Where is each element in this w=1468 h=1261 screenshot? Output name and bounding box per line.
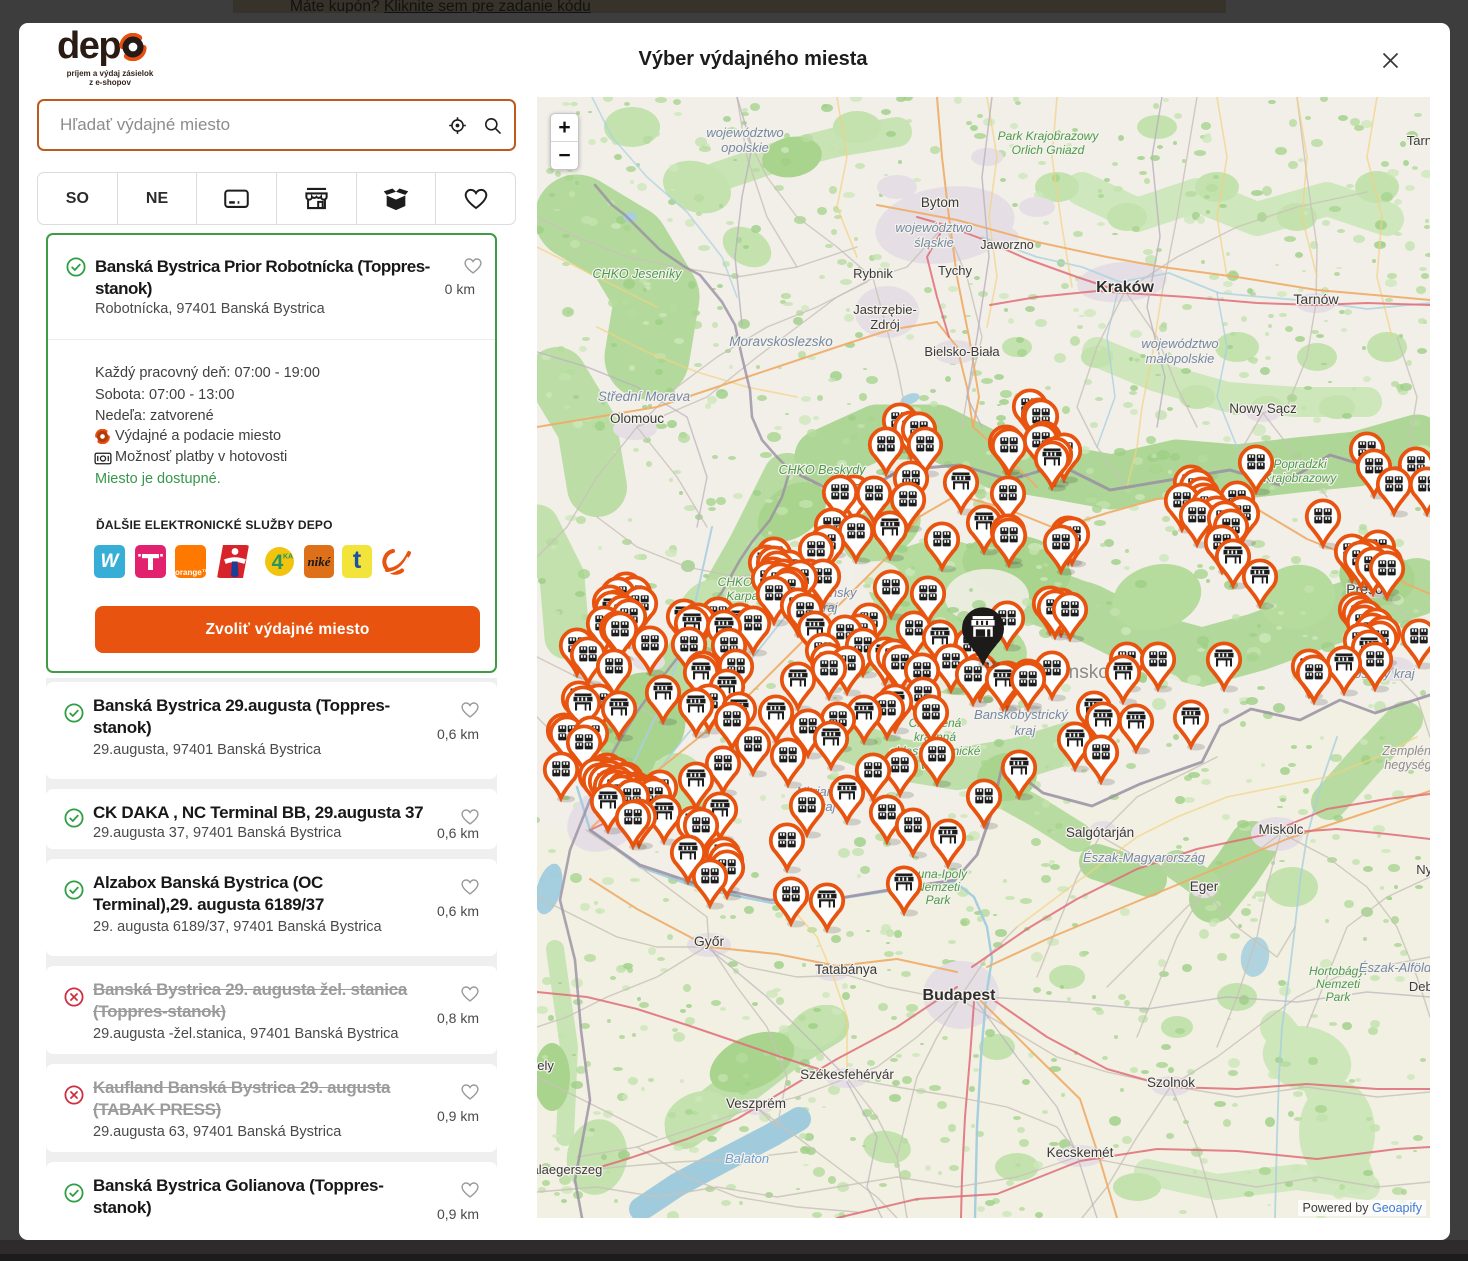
svg-text:Bytom: Bytom [921,195,959,210]
svg-text:małopolskie: małopolskie [1146,351,1215,366]
svg-text:Park: Park [926,893,952,907]
svg-text:Orlich Gniazd: Orlich Gniazd [1012,143,1085,157]
svg-text:Szolnok: Szolnok [1147,1075,1195,1090]
svg-text:opolskie: opolskie [721,140,769,155]
svg-text:CHKO Jeseníky: CHKO Jeseníky [593,267,683,281]
svg-text:Park: Park [1326,990,1352,1004]
svg-text:Nowy Sącz: Nowy Sącz [1229,401,1297,416]
svg-text:Tarnó: Tarnó [1407,133,1430,148]
svg-text:Veszprém: Veszprém [726,1096,786,1111]
svg-text:śląskie: śląskie [914,235,954,250]
svg-text:Salgótarján: Salgótarján [1066,825,1134,840]
svg-text:Kraków: Kraków [1096,279,1154,296]
svg-text:Jaworzno: Jaworzno [980,238,1034,252]
svg-text:Nemzeti: Nemzeti [916,880,960,894]
svg-text:Moravskoslezsko: Moravskoslezsko [729,334,833,349]
svg-text:Bielsko-Biała: Bielsko-Biała [924,344,1000,359]
svg-text:Jastrzębie-: Jastrzębie- [853,302,917,317]
svg-text:Kecskemét: Kecskemét [1047,1145,1114,1160]
svg-text:Székesfehérvár: Székesfehérvár [800,1067,894,1082]
svg-text:Győr: Győr [694,933,725,949]
svg-text:Észak-Alföld: Észak-Alföld [1359,960,1430,975]
svg-text:Észak-Magyarország: Észak-Magyarország [1083,850,1206,865]
svg-text:województwo: województwo [1141,336,1218,351]
svg-text:Krajobrazowy: Krajobrazowy [1264,471,1338,485]
svg-text:Nemzeti: Nemzeti [1316,977,1360,991]
svg-text:4: 4 [272,551,284,574]
svg-text:województwo: województwo [706,125,783,140]
svg-text:Zalaegerszeg: Zalaegerszeg [537,1162,602,1177]
svg-text:KA: KA [283,554,293,561]
svg-text:Nyí: Nyí [1416,862,1430,877]
svg-text:Miskolc: Miskolc [1258,822,1303,837]
svg-text:Tychy: Tychy [938,263,972,278]
svg-text:Park Krajobrazowy: Park Krajobrazowy [998,129,1100,143]
svg-text:Střední Morava: Střední Morava [598,389,691,404]
svg-text:Banskobystrický: Banskobystrický [974,707,1069,722]
svg-text:Popradzki: Popradzki [1273,457,1327,471]
svg-text:Balaton: Balaton [725,1151,769,1166]
svg-text:Tarnów: Tarnów [1293,291,1339,307]
svg-text:Eger: Eger [1190,879,1219,894]
svg-text:kraj: kraj [1015,723,1037,738]
svg-text:hely: hely [537,1058,554,1073]
svg-text:Rybnik: Rybnik [853,266,893,281]
svg-text:Zdrój: Zdrój [870,317,900,332]
svg-text:Budapest: Budapest [923,987,997,1004]
svg-text:Debr: Debr [1409,979,1430,994]
svg-text:hegység: hegység [1384,758,1430,772]
svg-text:Olomouc: Olomouc [610,411,664,426]
svg-text:Zempléni: Zempléni [1381,744,1430,758]
svg-text:województwo: województwo [895,220,972,235]
svg-text:Tatabánya: Tatabánya [815,962,878,977]
